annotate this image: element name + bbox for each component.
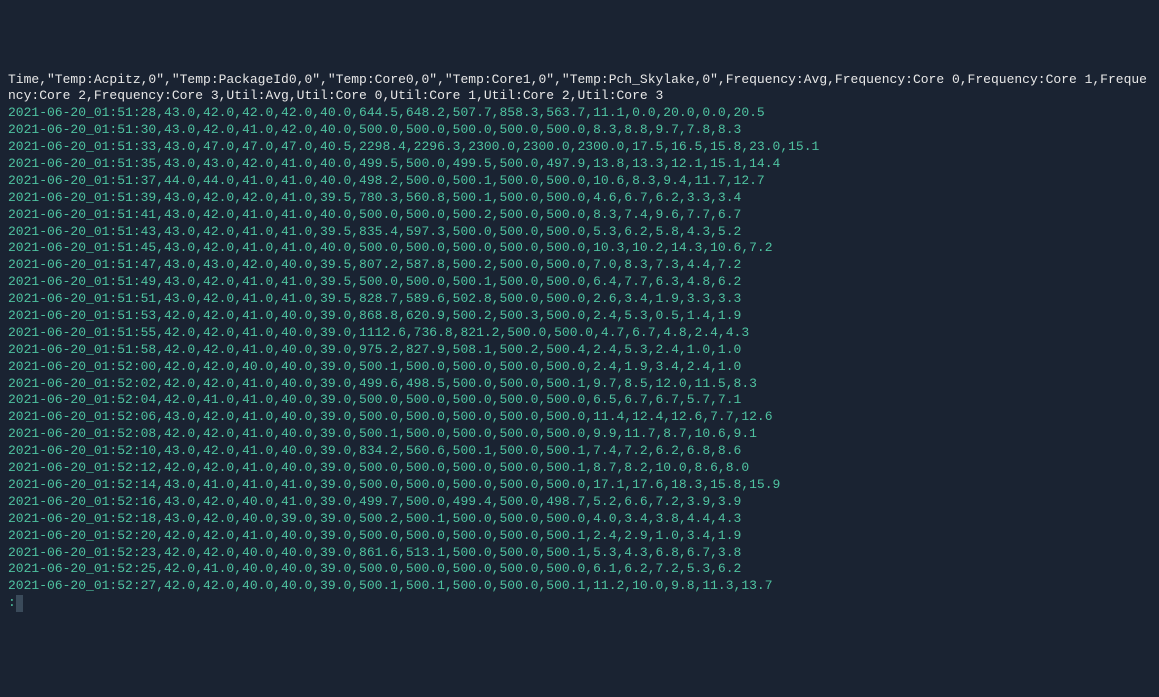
- csv-row: 2021-06-20_01:52:25,42.0,41.0,40.0,40.0,…: [8, 561, 741, 576]
- csv-header: Time,"Temp:Acpitz,0","Temp:PackageId0,0"…: [8, 72, 1147, 104]
- csv-row: 2021-06-20_01:51:37,44.0,44.0,41.0,41.0,…: [8, 173, 765, 188]
- csv-row: 2021-06-20_01:51:53,42.0,42.0,41.0,40.0,…: [8, 308, 741, 323]
- csv-row: 2021-06-20_01:51:41,43.0,42.0,41.0,41.0,…: [8, 207, 741, 222]
- csv-row: 2021-06-20_01:52:12,42.0,42.0,41.0,40.0,…: [8, 460, 749, 475]
- csv-row: 2021-06-20_01:52:00,42.0,42.0,40.0,40.0,…: [8, 359, 741, 374]
- csv-row: 2021-06-20_01:52:14,43.0,41.0,41.0,41.0,…: [8, 477, 780, 492]
- csv-row: 2021-06-20_01:52:27,42.0,42.0,40.0,40.0,…: [8, 578, 773, 593]
- csv-row: 2021-06-20_01:51:33,43.0,47.0,47.0,47.0,…: [8, 139, 819, 154]
- csv-row: 2021-06-20_01:51:28,43.0,42.0,42.0,42.0,…: [8, 105, 765, 120]
- terminal-output: Time,"Temp:Acpitz,0","Temp:PackageId0,0"…: [8, 72, 1151, 613]
- csv-row: 2021-06-20_01:52:10,43.0,42.0,41.0,40.0,…: [8, 443, 741, 458]
- csv-row: 2021-06-20_01:51:47,43.0,43.0,42.0,40.0,…: [8, 257, 741, 272]
- csv-row: 2021-06-20_01:52:08,42.0,42.0,41.0,40.0,…: [8, 426, 757, 441]
- csv-row: 2021-06-20_01:52:20,42.0,42.0,41.0,40.0,…: [8, 528, 741, 543]
- csv-row: 2021-06-20_01:51:55,42.0,42.0,41.0,40.0,…: [8, 325, 749, 340]
- csv-row: 2021-06-20_01:52:23,42.0,42.0,40.0,40.0,…: [8, 545, 741, 560]
- pager-prompt[interactable]: :: [8, 595, 23, 610]
- csv-row: 2021-06-20_01:51:43,43.0,42.0,41.0,41.0,…: [8, 224, 741, 239]
- csv-row: 2021-06-20_01:52:04,42.0,41.0,41.0,40.0,…: [8, 392, 741, 407]
- csv-row: 2021-06-20_01:51:49,43.0,42.0,41.0,41.0,…: [8, 274, 741, 289]
- csv-row: 2021-06-20_01:51:35,43.0,43.0,42.0,41.0,…: [8, 156, 780, 171]
- csv-data-rows: 2021-06-20_01:51:28,43.0,42.0,42.0,42.0,…: [8, 105, 1151, 595]
- csv-row: 2021-06-20_01:52:06,43.0,42.0,41.0,40.0,…: [8, 409, 773, 424]
- csv-row: 2021-06-20_01:52:18,43.0,42.0,40.0,39.0,…: [8, 511, 741, 526]
- csv-row: 2021-06-20_01:51:51,43.0,42.0,41.0,41.0,…: [8, 291, 741, 306]
- csv-row: 2021-06-20_01:52:02,42.0,42.0,41.0,40.0,…: [8, 376, 757, 391]
- csv-row: 2021-06-20_01:51:58,42.0,42.0,41.0,40.0,…: [8, 342, 741, 357]
- csv-row: 2021-06-20_01:52:16,43.0,42.0,40.0,41.0,…: [8, 494, 741, 509]
- csv-row: 2021-06-20_01:51:30,43.0,42.0,41.0,42.0,…: [8, 122, 741, 137]
- csv-row: 2021-06-20_01:51:39,43.0,42.0,42.0,41.0,…: [8, 190, 741, 205]
- csv-row: 2021-06-20_01:51:45,43.0,42.0,41.0,41.0,…: [8, 240, 773, 255]
